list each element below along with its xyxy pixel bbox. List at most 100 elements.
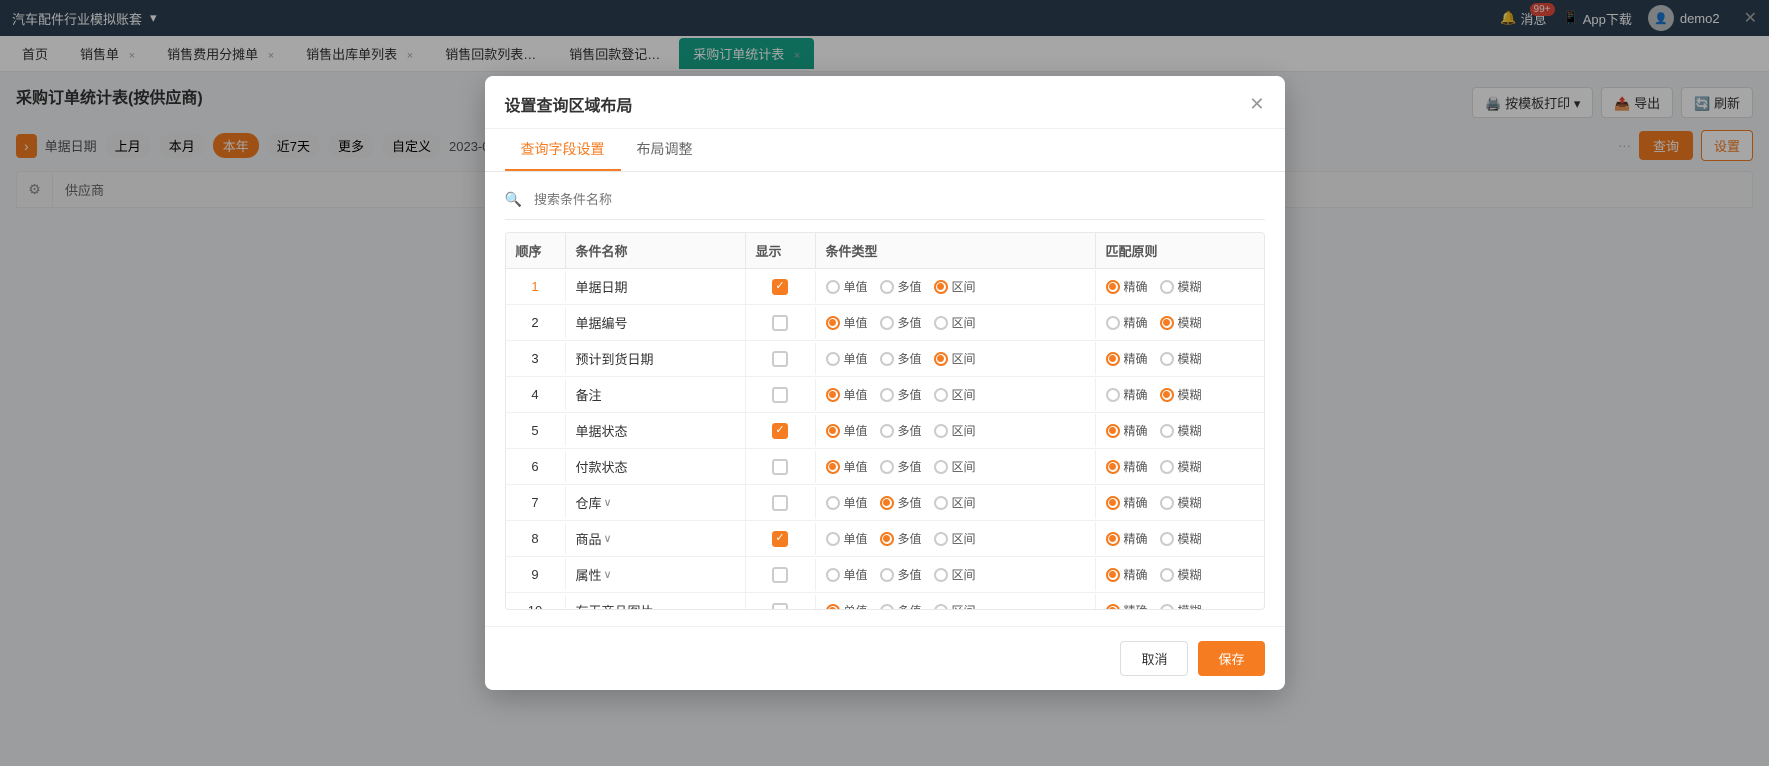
type-multi[interactable]: 多值	[880, 458, 922, 475]
expand-arrow-icon[interactable]: ∨	[604, 496, 612, 509]
type-multi[interactable]: 多值	[880, 350, 922, 367]
match-exact[interactable]: 精确	[1106, 386, 1148, 403]
cell-show[interactable]	[746, 379, 816, 411]
type-single[interactable]: 单值	[826, 350, 868, 367]
match-fuzzy[interactable]: 模糊	[1160, 494, 1202, 511]
match-exact[interactable]: 精确	[1106, 422, 1148, 439]
match-fuzzy[interactable]: 模糊	[1160, 530, 1202, 547]
expand-arrow-icon[interactable]: ∨	[604, 568, 612, 581]
cell-show[interactable]	[746, 487, 816, 519]
dialog-title: 设置查询区域布局	[505, 92, 633, 116]
type-single[interactable]: 单值	[826, 530, 868, 547]
radio-icon	[934, 316, 948, 330]
radio-icon	[1106, 604, 1120, 610]
cell-show[interactable]	[746, 343, 816, 375]
type-radio-group: 单值 多值 区间	[826, 278, 976, 295]
type-multi[interactable]: 多值	[880, 602, 922, 609]
type-range[interactable]: 区间	[934, 602, 976, 609]
type-multi[interactable]: 多值	[880, 314, 922, 331]
show-checkbox[interactable]	[772, 315, 788, 331]
match-fuzzy[interactable]: 模糊	[1160, 422, 1202, 439]
show-checkbox[interactable]	[772, 459, 788, 475]
cell-show[interactable]	[746, 595, 816, 610]
show-checkbox[interactable]	[772, 423, 788, 439]
type-range[interactable]: 区间	[934, 386, 976, 403]
type-range[interactable]: 区间	[934, 422, 976, 439]
cell-match: 精确 模糊	[1096, 450, 1264, 483]
tab-layout-adjust[interactable]: 布局调整	[621, 129, 709, 171]
cell-name: 预计到货日期	[566, 341, 746, 376]
type-multi[interactable]: 多值	[880, 386, 922, 403]
show-checkbox[interactable]	[772, 531, 788, 547]
match-fuzzy[interactable]: 模糊	[1160, 314, 1202, 331]
type-single[interactable]: 单值	[826, 602, 868, 609]
match-exact[interactable]: 精确	[1106, 458, 1148, 475]
cell-show[interactable]	[746, 271, 816, 303]
expand-arrow-icon[interactable]: ∨	[604, 532, 612, 545]
match-radio-group: 精确 模糊	[1106, 566, 1202, 583]
cell-match: 精确 模糊	[1096, 342, 1264, 375]
match-fuzzy[interactable]: 模糊	[1160, 458, 1202, 475]
match-exact[interactable]: 精确	[1106, 494, 1148, 511]
match-fuzzy[interactable]: 模糊	[1160, 386, 1202, 403]
match-exact[interactable]: 精确	[1106, 350, 1148, 367]
match-fuzzy[interactable]: 模糊	[1160, 566, 1202, 583]
search-input[interactable]	[526, 188, 1265, 211]
type-range[interactable]: 区间	[934, 350, 976, 367]
type-multi[interactable]: 多值	[880, 278, 922, 295]
cell-match: 精确 模糊	[1096, 414, 1264, 447]
show-checkbox[interactable]	[772, 603, 788, 610]
type-single[interactable]: 单值	[826, 278, 868, 295]
type-range[interactable]: 区间	[934, 530, 976, 547]
match-exact[interactable]: 精确	[1106, 530, 1148, 547]
match-exact[interactable]: 精确	[1106, 314, 1148, 331]
match-exact[interactable]: 精确	[1106, 278, 1148, 295]
show-checkbox[interactable]	[772, 387, 788, 403]
type-single[interactable]: 单值	[826, 566, 868, 583]
match-exact[interactable]: 精确	[1106, 566, 1148, 583]
cell-show[interactable]	[746, 523, 816, 555]
type-range[interactable]: 区间	[934, 566, 976, 583]
table-row: 8 商品∨ 单值 多值 区间	[506, 521, 1264, 557]
cell-show[interactable]	[746, 307, 816, 339]
table-row: 7 仓库∨ 单值 多值 区间	[506, 485, 1264, 521]
type-multi[interactable]: 多值	[880, 494, 922, 511]
cancel-button[interactable]: 取消	[1120, 641, 1188, 676]
cell-show[interactable]	[746, 415, 816, 447]
show-checkbox[interactable]	[772, 351, 788, 367]
save-button[interactable]: 保存	[1198, 641, 1264, 676]
cell-type: 单值 多值 区间	[816, 450, 1096, 483]
type-range[interactable]: 区间	[934, 278, 976, 295]
radio-icon	[1160, 604, 1174, 610]
show-checkbox[interactable]	[772, 495, 788, 511]
show-checkbox[interactable]	[772, 279, 788, 295]
match-fuzzy[interactable]: 模糊	[1160, 278, 1202, 295]
type-range[interactable]: 区间	[934, 494, 976, 511]
radio-icon	[826, 280, 840, 294]
dialog-close-button[interactable]: ✕	[1249, 95, 1264, 113]
table-row: 4 备注 单值 多值 区间	[506, 377, 1264, 413]
dialog-header: 设置查询区域布局 ✕	[485, 76, 1285, 129]
type-single[interactable]: 单值	[826, 314, 868, 331]
type-multi[interactable]: 多值	[880, 422, 922, 439]
type-single[interactable]: 单值	[826, 458, 868, 475]
match-radio-group: 精确 模糊	[1106, 530, 1202, 547]
type-multi[interactable]: 多值	[880, 566, 922, 583]
show-checkbox[interactable]	[772, 567, 788, 583]
radio-icon	[826, 604, 840, 610]
cell-show[interactable]	[746, 451, 816, 483]
type-range[interactable]: 区间	[934, 458, 976, 475]
type-single[interactable]: 单值	[826, 494, 868, 511]
type-single[interactable]: 单值	[826, 386, 868, 403]
type-multi[interactable]: 多值	[880, 530, 922, 547]
tab-query-fields[interactable]: 查询字段设置	[505, 129, 621, 171]
match-exact[interactable]: 精确	[1106, 602, 1148, 609]
match-fuzzy[interactable]: 模糊	[1160, 602, 1202, 609]
radio-icon	[934, 424, 948, 438]
radio-icon	[880, 280, 894, 294]
match-fuzzy[interactable]: 模糊	[1160, 350, 1202, 367]
type-range[interactable]: 区间	[934, 314, 976, 331]
type-single[interactable]: 单值	[826, 422, 868, 439]
match-radio-group: 精确 模糊	[1106, 350, 1202, 367]
cell-show[interactable]	[746, 559, 816, 591]
